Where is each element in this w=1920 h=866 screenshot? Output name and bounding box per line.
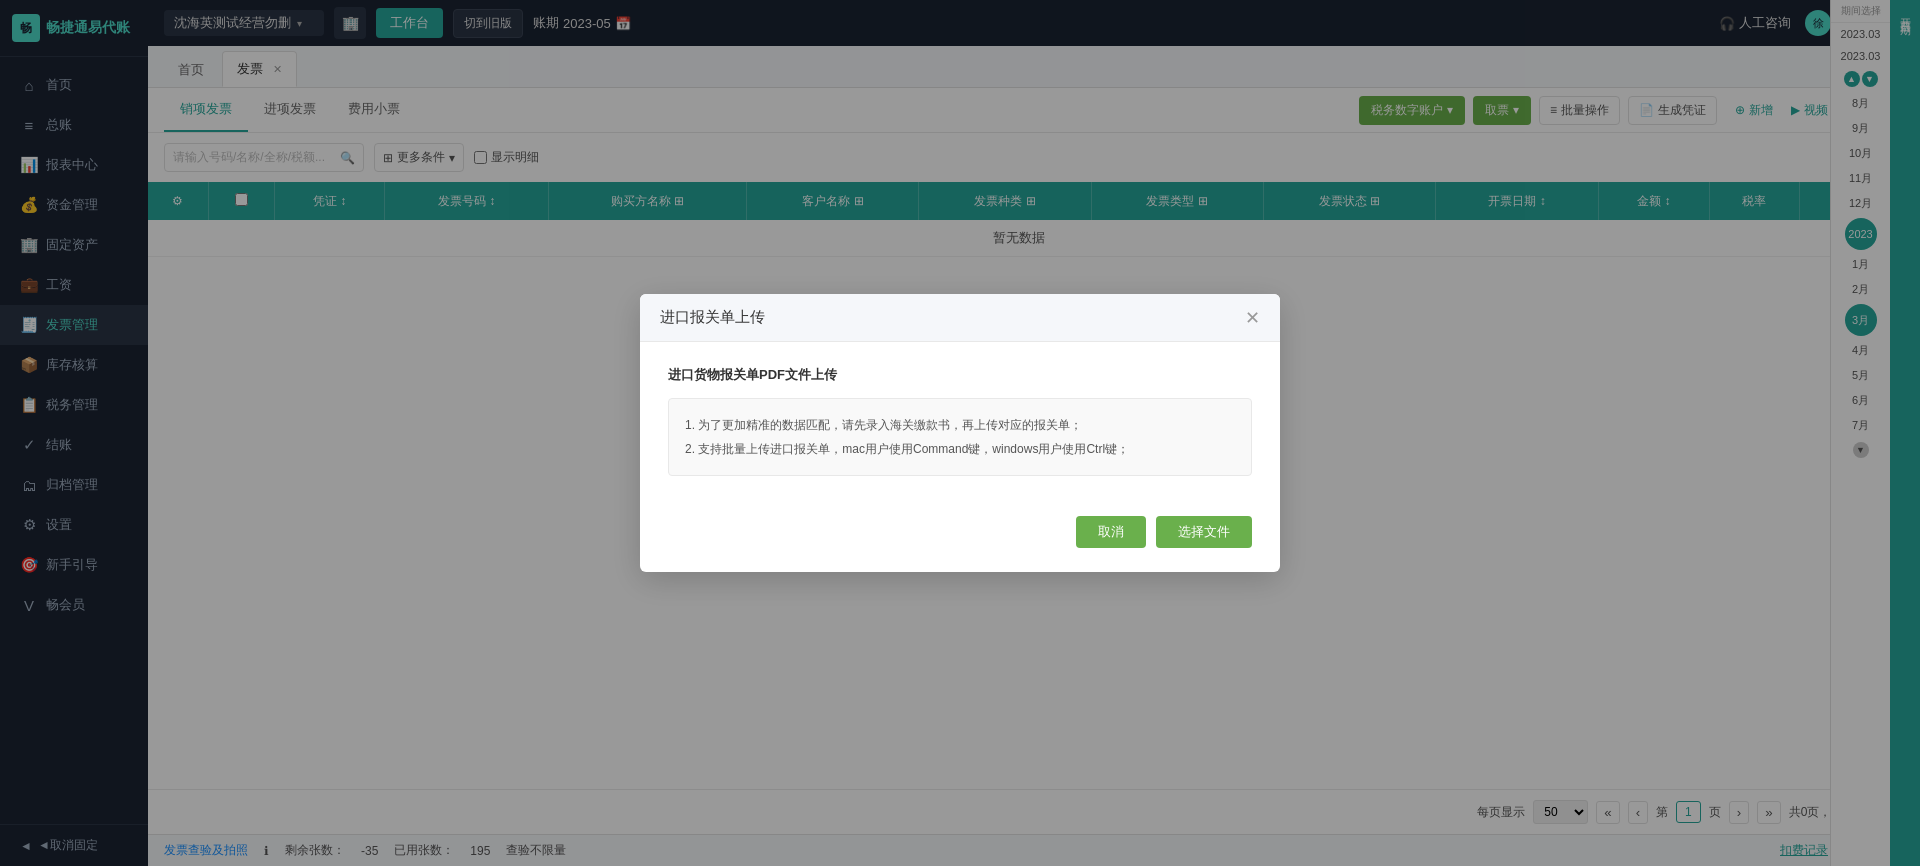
modal-info-line2: 2. 支持批量上传进口报关单，mac用户使用Command键，windows用户… [685, 437, 1235, 461]
cancel-modal-button[interactable]: 取消 [1076, 516, 1146, 548]
modal-header: 进口报关单上传 ✕ [640, 294, 1280, 342]
modal-title: 进口报关单上传 [660, 308, 765, 327]
select-file-button[interactable]: 选择文件 [1156, 516, 1252, 548]
modal-overlay[interactable]: 进口报关单上传 ✕ 进口货物报关单PDF文件上传 1. 为了更加精准的数据匹配，… [0, 0, 1920, 866]
modal-footer: 取消 选择文件 [640, 500, 1280, 572]
import-customs-modal: 进口报关单上传 ✕ 进口货物报关单PDF文件上传 1. 为了更加精准的数据匹配，… [640, 294, 1280, 572]
modal-info-box: 1. 为了更加精准的数据匹配，请先录入海关缴款书，再上传对应的报关单； 2. 支… [668, 398, 1252, 476]
close-icon[interactable]: ✕ [1245, 309, 1260, 327]
modal-body: 进口货物报关单PDF文件上传 1. 为了更加精准的数据匹配，请先录入海关缴款书，… [640, 342, 1280, 500]
modal-section-title: 进口货物报关单PDF文件上传 [668, 366, 1252, 384]
modal-info-line1: 1. 为了更加精准的数据匹配，请先录入海关缴款书，再上传对应的报关单； [685, 413, 1235, 437]
